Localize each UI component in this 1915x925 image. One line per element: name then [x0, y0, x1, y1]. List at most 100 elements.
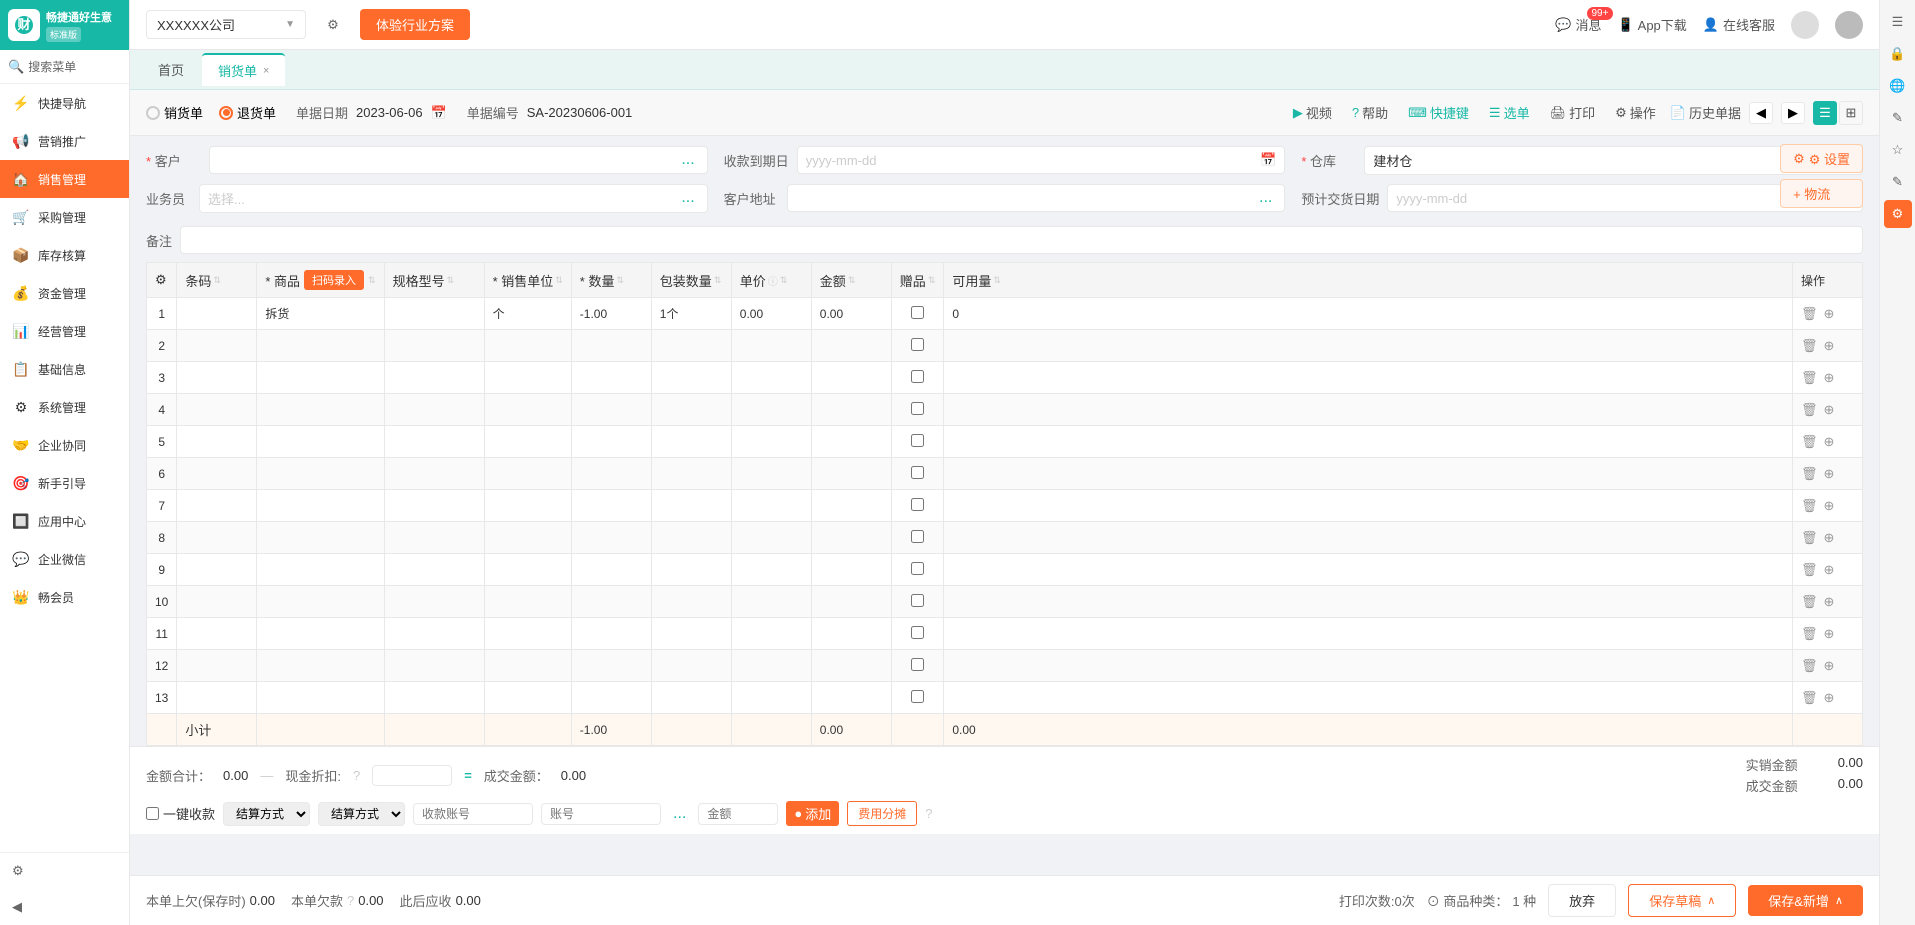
- copy-icon[interactable]: ⊕: [1824, 306, 1835, 322]
- delete-icon[interactable]: 🗑: [1801, 658, 1818, 674]
- sort-icon-price[interactable]: ⇅: [780, 275, 788, 286]
- notes-input[interactable]: [180, 226, 1863, 254]
- scan-button[interactable]: 扫码录入: [304, 270, 364, 290]
- copy-icon[interactable]: ⊕: [1824, 530, 1835, 546]
- fee-split-button[interactable]: 费用分摊: [847, 801, 917, 826]
- layout-list-button[interactable]: ☰: [1813, 101, 1837, 125]
- sidebar-item-wechat[interactable]: 💬 企业微信: [0, 540, 129, 578]
- settings-button[interactable]: ⚙ ⚙ 设置: [1780, 144, 1863, 173]
- sidebar-item-inventory[interactable]: 📦 库存核算: [0, 236, 129, 274]
- salesperson-dots[interactable]: ...: [677, 189, 698, 207]
- delete-icon[interactable]: 🗑: [1801, 306, 1818, 322]
- sidebar-item-operations[interactable]: 📊 经营管理: [0, 312, 129, 350]
- user-avatar[interactable]: [1791, 11, 1819, 39]
- sidebar-item-enterprise[interactable]: 🤝 企业协同: [0, 426, 129, 464]
- delete-icon[interactable]: 🗑: [1801, 338, 1818, 354]
- right-panel-btn-2[interactable]: 🔒: [1884, 40, 1912, 68]
- delete-icon[interactable]: 🗑: [1801, 402, 1818, 418]
- copy-icon[interactable]: ⊕: [1824, 626, 1835, 642]
- settlement-method-select[interactable]: 结算方式: [223, 802, 310, 826]
- copy-icon[interactable]: ⊕: [1824, 338, 1835, 354]
- sidebar-item-finance[interactable]: 💰 资金管理: [0, 274, 129, 312]
- radio-return[interactable]: 退货单: [219, 103, 276, 122]
- right-panel-btn-7[interactable]: ⚙: [1884, 200, 1912, 228]
- copy-icon[interactable]: ⊕: [1824, 434, 1835, 450]
- copy-icon[interactable]: ⊕: [1824, 562, 1835, 578]
- customer-address-input[interactable]: ...: [787, 184, 1286, 212]
- customer-dots[interactable]: ...: [677, 151, 698, 169]
- salesperson-input[interactable]: 选择... ...: [199, 184, 708, 213]
- delete-icon[interactable]: 🗑: [1801, 434, 1818, 450]
- copy-icon[interactable]: ⊕: [1824, 690, 1835, 706]
- print-button[interactable]: 🖨 打印: [1544, 100, 1602, 125]
- sort-icon-available[interactable]: ⇅: [993, 275, 1001, 286]
- operate-button[interactable]: ⚙ 操作: [1609, 100, 1662, 125]
- sidebar-item-member[interactable]: 👑 畅会员: [0, 578, 129, 616]
- delete-icon[interactable]: 🗑: [1801, 690, 1818, 706]
- abandon-button[interactable]: 放弃: [1548, 884, 1616, 917]
- copy-icon[interactable]: ⊕: [1824, 466, 1835, 482]
- product-cell[interactable]: 拆货: [257, 298, 384, 330]
- copy-icon[interactable]: ⊕: [1824, 498, 1835, 514]
- add-payment-button[interactable]: ● 添加: [786, 801, 839, 826]
- due-date-input[interactable]: yyyy-mm-dd 📅: [797, 146, 1286, 174]
- calculation-method-select[interactable]: 结算方式: [318, 802, 405, 826]
- account-number-input[interactable]: [541, 803, 661, 825]
- delete-icon[interactable]: 🗑: [1801, 626, 1818, 642]
- sidebar-item-guide[interactable]: 🎯 新手引导: [0, 464, 129, 502]
- gift-cell[interactable]: [891, 298, 944, 330]
- one-key-payment-checkbox[interactable]: 一键收款: [146, 804, 215, 823]
- copy-icon[interactable]: ⊕: [1824, 402, 1835, 418]
- online-service-button[interactable]: 👤 在线客服: [1703, 15, 1775, 34]
- sidebar-item-sales[interactable]: 🏠 销售管理: [0, 160, 129, 198]
- settings-gear-button[interactable]: ⚙: [318, 10, 348, 40]
- search-menu[interactable]: 🔍 搜索菜单: [0, 50, 129, 84]
- delete-icon[interactable]: 🗑: [1801, 530, 1818, 546]
- sidebar-item-basic[interactable]: 📋 基础信息: [0, 350, 129, 388]
- copy-icon[interactable]: ⊕: [1824, 370, 1835, 386]
- tab-home[interactable]: 首页: [142, 54, 200, 85]
- save-draft-button[interactable]: 保存草稿 ∧: [1628, 884, 1736, 917]
- sidebar-collapse[interactable]: ◀: [0, 889, 129, 925]
- sidebar-item-purchase[interactable]: 🛒 采购管理: [0, 198, 129, 236]
- help-button[interactable]: ? 帮助: [1346, 100, 1394, 125]
- sort-icon-spec[interactable]: ⇅: [447, 275, 455, 286]
- col-settings-header[interactable]: ⚙: [147, 263, 177, 298]
- barcode-cell[interactable]: [177, 298, 257, 330]
- logistics-button[interactable]: + 物流: [1780, 179, 1863, 208]
- app-download-button[interactable]: 📱 App下载: [1617, 15, 1686, 34]
- sidebar-item-marketing[interactable]: 📢 营销推广: [0, 122, 129, 160]
- delete-icon[interactable]: 🗑: [1801, 562, 1818, 578]
- amount-cell[interactable]: 0.00: [811, 298, 891, 330]
- right-panel-btn-4[interactable]: ✎: [1884, 104, 1912, 132]
- account-dots[interactable]: ...: [669, 805, 690, 823]
- nav-next-button[interactable]: ▶: [1781, 102, 1805, 124]
- select-button[interactable]: ☰ 选单: [1483, 100, 1536, 125]
- sort-icon-gift[interactable]: ⇅: [928, 275, 936, 286]
- sort-icon-qty[interactable]: ⇅: [616, 275, 624, 286]
- shortcut-button[interactable]: ⌨ 快捷键: [1402, 100, 1475, 125]
- sidebar-item-quick-nav[interactable]: ⚡ 快捷导航: [0, 84, 129, 122]
- spec-cell[interactable]: [384, 298, 484, 330]
- radio-sales[interactable]: 销货单: [146, 103, 203, 122]
- unit-price-cell[interactable]: 0.00: [731, 298, 811, 330]
- sidebar-item-apps[interactable]: 🔲 应用中心: [0, 502, 129, 540]
- calendar-icon-due[interactable]: 📅: [1260, 152, 1276, 168]
- company-selector[interactable]: XXXXXX公司 ▼: [146, 10, 306, 39]
- history-button[interactable]: 📄 历史单据: [1670, 103, 1741, 122]
- copy-icon[interactable]: ⊕: [1824, 594, 1835, 610]
- layout-grid-button[interactable]: ⊞: [1839, 101, 1863, 125]
- account-input[interactable]: [413, 803, 533, 825]
- sidebar-settings[interactable]: ⚙: [0, 853, 129, 889]
- right-panel-btn-3[interactable]: 🌐: [1884, 72, 1912, 100]
- video-button[interactable]: ▶ 视频: [1287, 100, 1338, 125]
- right-panel-btn-1[interactable]: ☰: [1884, 8, 1912, 36]
- sort-icon-product[interactable]: ⇅: [368, 275, 376, 286]
- copy-icon[interactable]: ⊕: [1824, 658, 1835, 674]
- delete-icon[interactable]: 🗑: [1801, 466, 1818, 482]
- payment-amount-input[interactable]: [698, 803, 778, 825]
- save-new-button[interactable]: 保存&新增 ∧: [1748, 885, 1863, 916]
- sort-icon-pkg-qty[interactable]: ⇅: [714, 275, 722, 286]
- messages-button[interactable]: 💬 消息 99+: [1555, 15, 1601, 34]
- nav-prev-button[interactable]: ◀: [1749, 102, 1773, 124]
